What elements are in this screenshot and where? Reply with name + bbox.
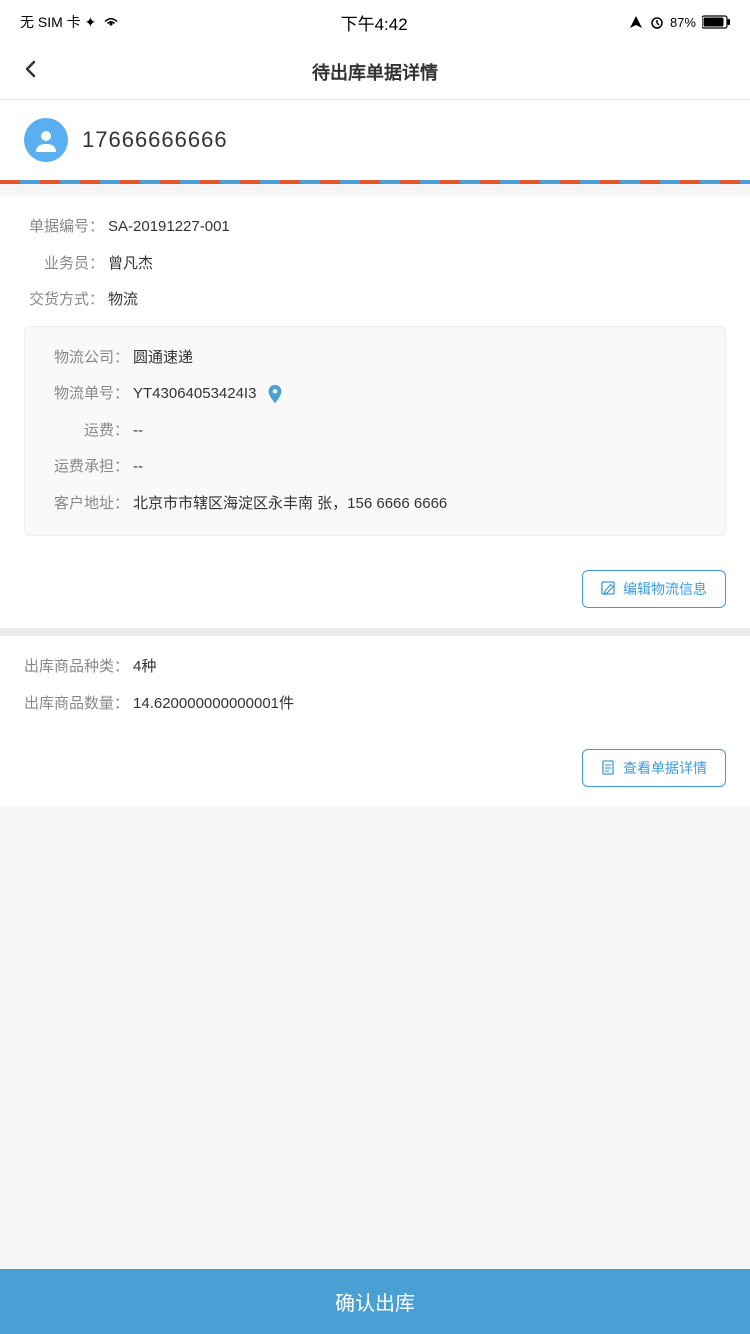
wifi-icon: [102, 15, 120, 29]
freight-row: 运费： --: [49, 420, 701, 443]
logistics-company-value: 圆通速递: [133, 347, 701, 370]
sales-person-value: 曾凡杰: [108, 253, 726, 276]
bottom-spacer: [0, 807, 750, 957]
product-types-row: 出库商品种类： 4种: [24, 656, 726, 679]
battery-text: 87%: [670, 15, 696, 30]
dashed-separator: [0, 180, 750, 184]
freight-value: --: [133, 420, 701, 443]
freight-label: 运费：: [49, 420, 129, 443]
freight-bearer-label: 运费承担：: [49, 456, 129, 479]
delivery-method-value: 物流: [108, 289, 726, 312]
product-quantity-value: 14.620000000000001件: [133, 693, 726, 716]
user-header: 17666666666: [0, 100, 750, 180]
freight-bearer-row: 运费承担： --: [49, 456, 701, 479]
sim-text: 无 SIM 卡 ✦: [20, 12, 96, 32]
view-detail-button[interactable]: 查看单据详情: [582, 749, 726, 787]
document-no-value: SA-20191227-001: [108, 216, 726, 239]
edit-logistics-button[interactable]: 编辑物流信息: [582, 570, 726, 608]
address-label: 客户地址：: [49, 493, 129, 516]
logistics-section: 物流公司： 圆通速递 物流单号： YT43064053424I3 运费： -- …: [24, 326, 726, 537]
address-row: 客户地址： 北京市市辖区海淀区永丰南 张，156 6666 6666: [49, 493, 701, 516]
product-section: 出库商品种类： 4种 出库商品数量： 14.620000000000001件: [0, 636, 750, 735]
status-left: 无 SIM 卡 ✦: [20, 12, 120, 32]
edit-icon: [601, 581, 617, 597]
user-phone: 17666666666: [82, 127, 228, 153]
page-title: 待出库单据详情: [312, 59, 438, 85]
sales-person-label: 业务员：: [24, 253, 104, 276]
product-types-label: 出库商品种类：: [24, 656, 129, 679]
view-detail-btn-row: 查看单据详情: [0, 735, 750, 807]
address-value: 北京市市辖区海淀区永丰南 张，156 6666 6666: [133, 493, 701, 516]
location-arrow-icon: [628, 14, 644, 30]
confirm-btn-text: 确认出库: [335, 1293, 415, 1315]
product-quantity-label: 出库商品数量：: [24, 693, 129, 716]
logistics-company-label: 物流公司：: [49, 347, 129, 370]
delivery-method-row: 交货方式： 物流: [24, 289, 726, 312]
avatar: [24, 118, 68, 162]
back-button[interactable]: [12, 50, 50, 94]
status-right: 87%: [628, 14, 730, 30]
tracking-no-label: 物流单号：: [49, 383, 129, 406]
document-no-label: 单据编号：: [24, 216, 104, 239]
sales-person-row: 业务员： 曾凡杰: [24, 253, 726, 276]
document-icon: [601, 760, 617, 776]
tracking-no-row: 物流单号： YT43064053424I3: [49, 383, 701, 406]
product-types-value: 4种: [133, 656, 726, 679]
confirm-btn-bar[interactable]: 确认出库: [0, 1269, 750, 1334]
alarm-icon: [650, 15, 664, 29]
status-time: 下午4:42: [341, 10, 408, 35]
status-bar: 无 SIM 卡 ✦ 下午4:42 87%: [0, 0, 750, 44]
logistics-company-row: 物流公司： 圆通速递: [49, 347, 701, 370]
section-divider: [0, 628, 750, 636]
edit-btn-row: 编辑物流信息: [0, 556, 750, 628]
basic-info-section: 单据编号： SA-20191227-001 业务员： 曾凡杰 交货方式： 物流 …: [0, 196, 750, 556]
document-no-row: 单据编号： SA-20191227-001: [24, 216, 726, 239]
nav-bar: 待出库单据详情: [0, 44, 750, 100]
delivery-method-label: 交货方式：: [24, 289, 104, 312]
battery-icon: [702, 15, 730, 29]
freight-bearer-value: --: [133, 456, 701, 479]
tracking-no-value: YT43064053424I3: [133, 383, 701, 406]
product-quantity-row: 出库商品数量： 14.620000000000001件: [24, 693, 726, 716]
map-pin-icon[interactable]: [264, 383, 286, 405]
